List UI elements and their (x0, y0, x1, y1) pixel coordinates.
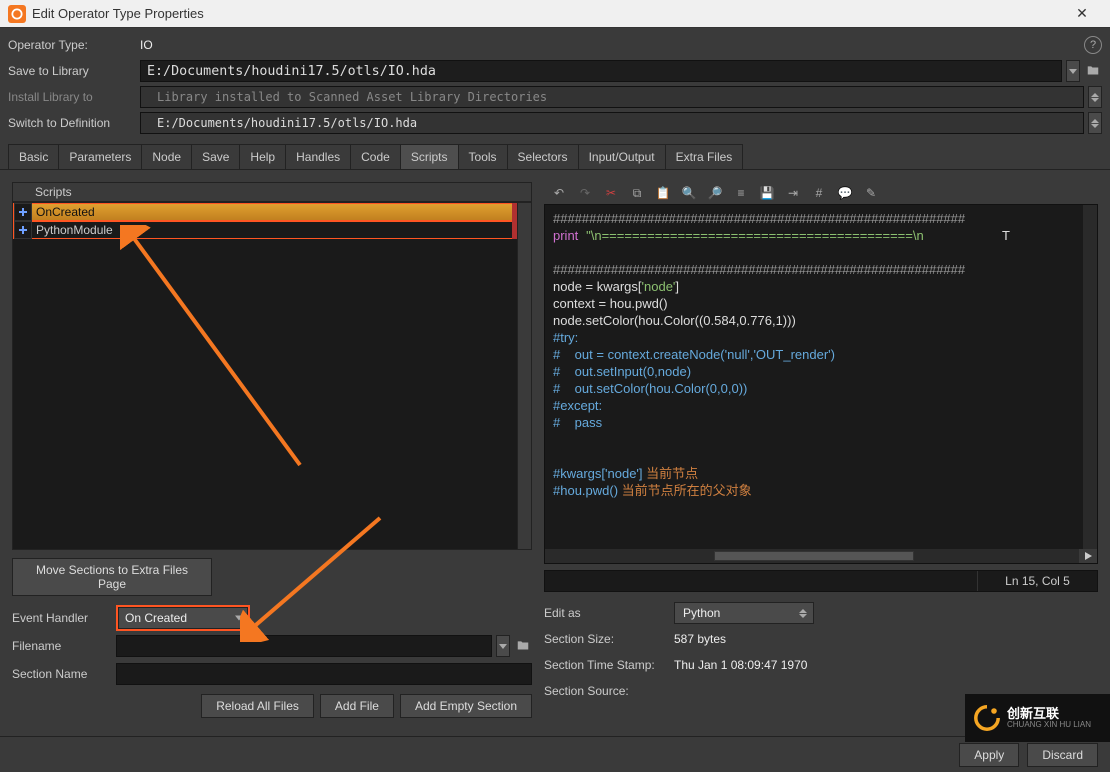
save-lib-label: Save to Library (8, 64, 136, 78)
section-size-label: Section Size: (544, 632, 674, 646)
file-picker-icon[interactable] (514, 637, 532, 655)
filename-label: Filename (12, 639, 112, 653)
script-name: PythonModule (32, 223, 512, 237)
edit-as-label: Edit as (544, 606, 674, 620)
event-handler-label: Event Handler (12, 611, 112, 625)
event-handler-combo[interactable]: On Created (118, 607, 248, 629)
bottom-bar: Apply Discard (0, 736, 1110, 772)
tab-parameters[interactable]: Parameters (58, 144, 142, 169)
plus-icon[interactable] (14, 221, 32, 239)
section-name-input[interactable] (116, 663, 532, 685)
install-lib-label: Install Library to (8, 90, 136, 104)
file-picker-icon[interactable] (1084, 62, 1102, 80)
edit-as-value: Python (683, 606, 720, 620)
search-icon[interactable]: 🔍 (680, 184, 698, 202)
move-sections-button[interactable]: Move Sections to Extra Files Page (12, 558, 212, 596)
tab-save[interactable]: Save (191, 144, 240, 169)
editor-hscroll[interactable] (545, 549, 1083, 563)
code-editor[interactable]: ########################################… (544, 204, 1098, 564)
edit-icon[interactable]: ✎ (862, 184, 880, 202)
section-source-label: Section Source: (544, 684, 674, 698)
tab-node[interactable]: Node (141, 144, 192, 169)
window-title: Edit Operator Type Properties (32, 6, 1062, 21)
help-icon[interactable]: ? (1084, 36, 1102, 54)
chat-icon[interactable]: 💬 (836, 184, 854, 202)
apply-button[interactable]: Apply (959, 743, 1019, 767)
editor-toolbar: ↶ ↷ ✂ ⧉ 📋 🔍 🔎 ≡ 💾 ⇥ # 💬 ✎ (544, 182, 1098, 204)
watermark: 创新互联 CHUANG XIN HU LIAN (965, 694, 1110, 742)
scrollbar[interactable] (517, 203, 531, 549)
editor-vscroll[interactable] (1083, 205, 1097, 549)
close-button[interactable]: ✕ (1062, 5, 1102, 22)
filename-dropdown[interactable] (496, 635, 510, 657)
save-lib-dropdown[interactable] (1066, 60, 1080, 82)
discard-button[interactable]: Discard (1027, 743, 1098, 767)
undo-icon[interactable]: ↶ (550, 184, 568, 202)
find-replace-icon[interactable]: 🔎 (706, 184, 724, 202)
tab-selectors[interactable]: Selectors (507, 144, 579, 169)
section-size-value: 587 bytes (674, 632, 726, 646)
top-form: Operator Type: IO ? Save to Library Inst… (0, 28, 1110, 140)
play-icon[interactable] (1079, 549, 1097, 563)
install-lib-value: Library installed to Scanned Asset Libra… (140, 86, 1084, 108)
tab-tools[interactable]: Tools (458, 144, 508, 169)
switch-def-spin[interactable] (1088, 112, 1102, 134)
tab-handles[interactable]: Handles (285, 144, 351, 169)
add-empty-section-button[interactable]: Add Empty Section (400, 694, 532, 718)
cursor-position: Ln 15, Col 5 (977, 571, 1097, 591)
section-time-label: Section Time Stamp: (544, 658, 674, 672)
titlebar: Edit Operator Type Properties ✕ (0, 0, 1110, 28)
app-logo (8, 5, 26, 23)
watermark-logo (973, 704, 1001, 732)
editor-status: Ln 15, Col 5 (544, 570, 1098, 592)
install-lib-spin[interactable] (1088, 86, 1102, 108)
tab-scripts[interactable]: Scripts (400, 144, 459, 169)
cut-icon[interactable]: ✂ (602, 184, 620, 202)
script-row-pythonmodule[interactable]: PythonModule (13, 221, 531, 239)
tab-code[interactable]: Code (350, 144, 401, 169)
redo-icon[interactable]: ↷ (576, 184, 594, 202)
export-icon[interactable]: ⇥ (784, 184, 802, 202)
paste-icon[interactable]: 📋 (654, 184, 672, 202)
scripts-header: Scripts (12, 182, 532, 202)
event-handler-value: On Created (125, 611, 187, 625)
tab-input-output[interactable]: Input/Output (578, 144, 666, 169)
section-time-value: Thu Jan 1 08:09:47 1970 (674, 658, 807, 672)
script-name: OnCreated (32, 205, 512, 219)
tab-basic[interactable]: Basic (8, 144, 59, 169)
section-name-label: Section Name (12, 667, 112, 681)
tab-help[interactable]: Help (239, 144, 286, 169)
scripts-list: OnCreated PythonModule (12, 202, 532, 550)
switch-def-value[interactable]: E:/Documents/houdini17.5/otls/IO.hda (140, 112, 1084, 134)
reload-all-button[interactable]: Reload All Files (201, 694, 314, 718)
op-type-value: IO (140, 38, 1080, 52)
tabs: BasicParametersNodeSaveHelpHandlesCodeSc… (0, 144, 1110, 170)
edit-as-combo[interactable]: Python (674, 602, 814, 624)
chevron-down-icon (235, 616, 243, 621)
script-row-oncreated[interactable]: OnCreated (13, 203, 531, 221)
add-file-button[interactable]: Add File (320, 694, 394, 718)
filename-input[interactable] (116, 635, 492, 657)
save-icon[interactable]: 💾 (758, 184, 776, 202)
save-lib-input[interactable] (140, 60, 1062, 82)
copy-icon[interactable]: ⧉ (628, 184, 646, 202)
goto-line-icon[interactable]: ≡ (732, 184, 750, 202)
comment-icon[interactable]: # (810, 184, 828, 202)
tab-extra-files[interactable]: Extra Files (665, 144, 744, 169)
op-type-label: Operator Type: (8, 38, 136, 52)
plus-icon[interactable] (14, 203, 32, 221)
switch-def-label: Switch to Definition (8, 116, 136, 130)
